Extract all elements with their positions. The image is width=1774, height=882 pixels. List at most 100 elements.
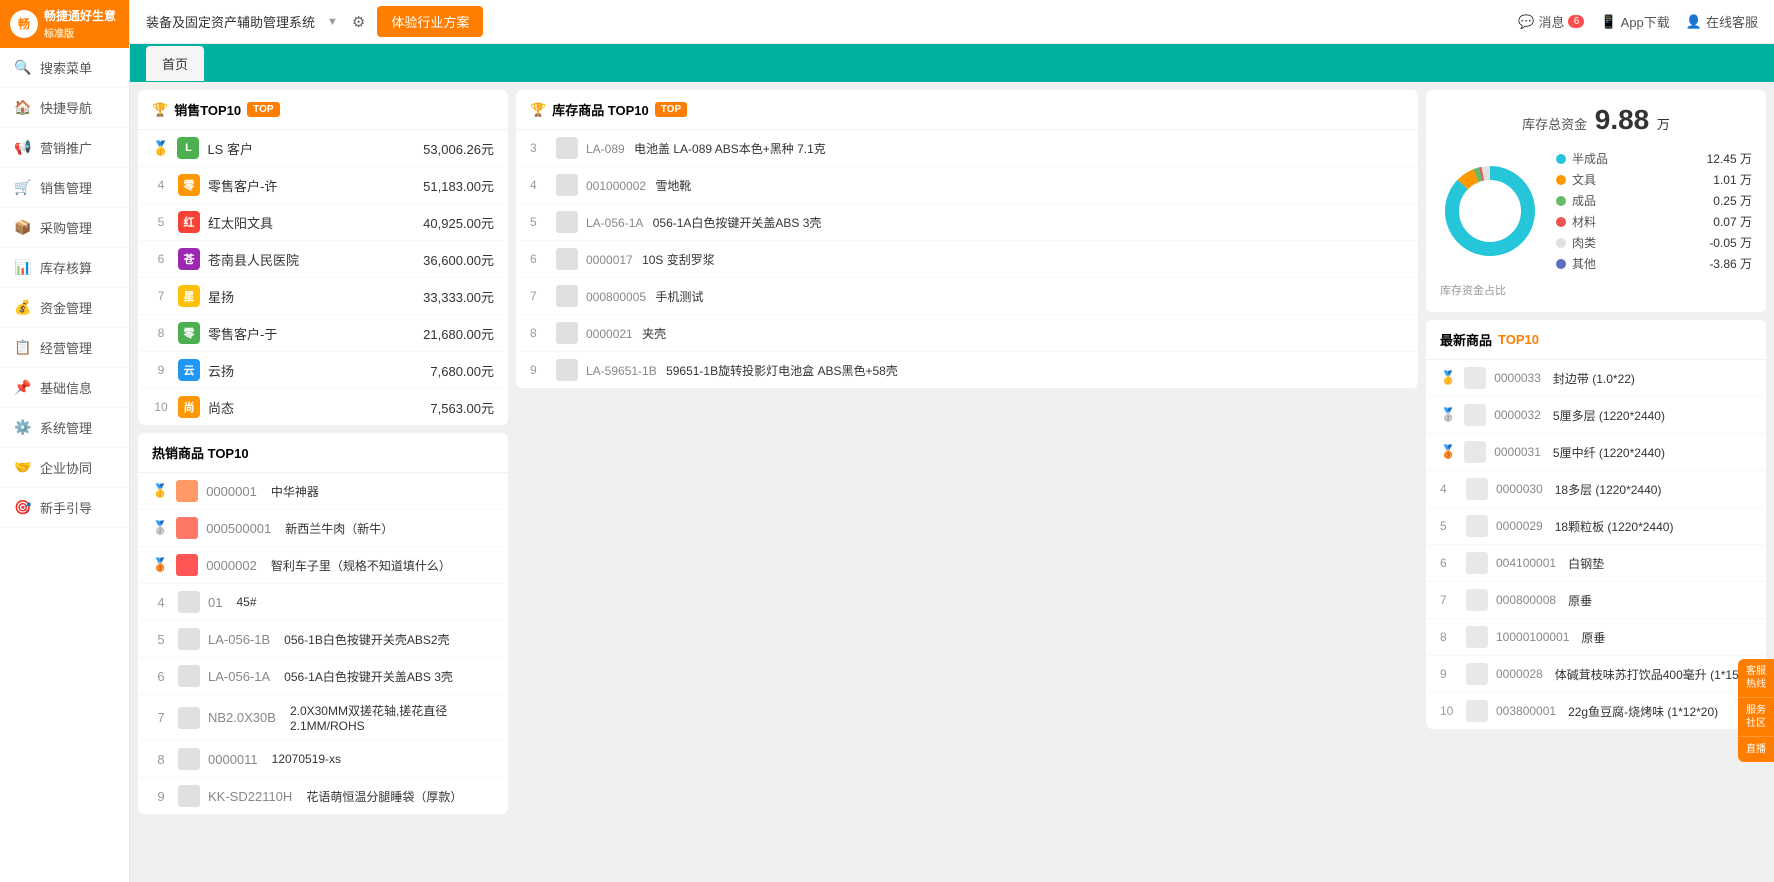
float-btn-service[interactable]: 客服热线	[1738, 659, 1774, 697]
product-name: 原垂	[1568, 592, 1592, 609]
customer-amount: 7,563.00元	[430, 398, 494, 417]
product-code: 0000030	[1496, 482, 1543, 496]
new-products-title: 最新商品	[1440, 330, 1492, 349]
sidebar-item-basic[interactable]: 📌 基础信息	[0, 368, 129, 408]
sidebar-item-management-label: 经营管理	[40, 338, 92, 357]
app-download-label: App下载	[1621, 12, 1670, 31]
rank-number: 8	[152, 326, 170, 340]
product-name: 雪地靴	[655, 179, 691, 193]
sidebar-item-guide[interactable]: 🎯 新手引导	[0, 488, 129, 528]
product-code: 0000002	[206, 558, 257, 573]
tab-home[interactable]: 首页	[146, 46, 204, 81]
rank-number: 6	[1440, 556, 1458, 570]
home-icon: 🏠	[14, 99, 32, 116]
sidebar-item-finance-label: 资金管理	[40, 298, 92, 317]
trial-btn[interactable]: 体验行业方案	[377, 6, 483, 37]
product-name: 手机测试	[655, 290, 703, 304]
avatar: 尚	[178, 396, 200, 418]
product-image	[178, 591, 200, 613]
inventory-total-content: 库存总资金 9.88 万	[1426, 90, 1766, 312]
sidebar-logo: 畅 畅捷通好生意 标准版	[0, 0, 129, 48]
hot-products-list: 🥇 0000001 中华神器 🥈 000500001 新西兰牛肉（新牛） 🥉	[138, 473, 508, 814]
donut-legend: 半成品 12.45 万 文具 1.01 万 成品 0	[1556, 150, 1752, 272]
table-row: 9 云 云扬 7,680.00元	[138, 352, 508, 389]
product-code: 0000033	[1494, 371, 1541, 385]
customer-name: 苍南县人民医院	[208, 250, 415, 269]
inventory-total-card: 库存总资金 9.88 万	[1426, 90, 1766, 312]
list-item: 5 0000029 18颗粒板 (1220*2440)	[1426, 508, 1766, 545]
list-item: 9 KK-SD22110H 花语萌恒温分腿睡袋（厚款）	[138, 778, 508, 814]
list-item: 5 LA-056-1B 056-1B白色按键开关壳ABS2壳	[138, 621, 508, 658]
logo-badge: 标准版	[44, 25, 116, 40]
product-code: KK-SD22110H	[208, 789, 292, 804]
chevron-down-icon: ▼	[327, 16, 338, 28]
rank-number: 9	[1440, 667, 1458, 681]
management-icon: 📋	[14, 339, 32, 356]
trophy-icon: 🏆	[152, 102, 168, 118]
list-item: 9 0000028 体碱茸枝味苏打饮品400毫升 (1*15)	[1426, 656, 1766, 693]
sidebar-item-cooperate[interactable]: 🤝 企业协同	[0, 448, 129, 488]
rank-number: 4	[152, 595, 170, 610]
rank-number: 6	[530, 252, 548, 266]
legend-label: 半成品	[1572, 150, 1701, 167]
app-download-btn[interactable]: 📱 App下载	[1600, 12, 1669, 31]
online-service-btn[interactable]: 👤 在线客服	[1686, 12, 1758, 31]
product-name: 12070519-xs	[272, 752, 494, 766]
middle-panel: 🏆 库存商品 TOP10 TOP 3 LA-089 电池盖 LA-089 ABS…	[516, 90, 1418, 874]
customer-name: 零售客户-于	[208, 324, 415, 343]
sidebar-item-management[interactable]: 📋 经营管理	[0, 328, 129, 368]
product-code: 004100001	[1496, 556, 1556, 570]
product-name: 056-1A白色按键开关盖ABS 3壳	[284, 668, 494, 685]
avatar: 云	[178, 359, 200, 381]
table-row: 7 星 星扬 33,333.00元	[138, 278, 508, 315]
sidebar-search-btn[interactable]: 🔍 搜索菜单	[0, 48, 129, 88]
rank-number: 4	[152, 178, 170, 192]
legend-dot	[1556, 196, 1566, 206]
product-name: 中华神器	[271, 483, 494, 500]
product-name: 封边带 (1.0*22)	[1553, 370, 1635, 387]
product-code: 000800005	[586, 290, 646, 304]
rank-number: 4	[1440, 482, 1458, 496]
list-item: 4 0000030 18多层 (1220*2440)	[1426, 471, 1766, 508]
sidebar-item-nav[interactable]: 🏠 快捷导航	[0, 88, 129, 128]
float-btn-community[interactable]: 服务社区	[1738, 697, 1774, 736]
guide-icon: 🎯	[14, 499, 32, 516]
sidebar-item-sales[interactable]: 🛒 销售管理	[0, 168, 129, 208]
list-item: 5 LA-056-1A 056-1A白色按键开关盖ABS 3壳	[516, 204, 1418, 241]
product-image	[1466, 626, 1488, 648]
list-item: 3 LA-089 电池盖 LA-089 ABS本色+黑种 7.1克	[516, 130, 1418, 167]
product-code: 000500001	[206, 521, 271, 536]
customer-name: 尚态	[208, 398, 422, 417]
list-item: 8 0000021 夹壳	[516, 315, 1418, 352]
content: 🏆 销售TOP10 TOP 🥇 L LS 客户 53,006.26元 4 零	[130, 82, 1774, 882]
product-name: 056-1B白色按键开关壳ABS2壳	[284, 631, 494, 648]
service-icon: 👤	[1686, 14, 1702, 30]
messages-btn[interactable]: 💬 消息 6	[1518, 12, 1584, 31]
product-image	[1466, 589, 1488, 611]
donut-chart	[1440, 161, 1540, 261]
inventory-products-title: 库存商品 TOP10	[552, 100, 649, 119]
settings-icon[interactable]: ⚙	[352, 13, 365, 31]
product-name: 花语萌恒温分腿睡袋（厚款）	[306, 788, 494, 805]
sidebar-item-system[interactable]: ⚙️ 系统管理	[0, 408, 129, 448]
sidebar-item-marketing[interactable]: 📢 营销推广	[0, 128, 129, 168]
sidebar-item-inventory[interactable]: 📊 库存核算	[0, 248, 129, 288]
sidebar-item-finance[interactable]: 💰 资金管理	[0, 288, 129, 328]
customer-amount: 36,600.00元	[423, 250, 494, 269]
system-icon: ⚙️	[14, 419, 32, 436]
list-item: 6 0000017 10S 变刮罗浆	[516, 241, 1418, 278]
legend-value: -0.05 万	[1709, 234, 1752, 251]
float-btn-live[interactable]: 直播	[1738, 736, 1774, 762]
product-name: 5厘多层 (1220*2440)	[1553, 407, 1665, 424]
list-item: 🥉 0000031 5厘中纤 (1220*2440)	[1426, 434, 1766, 471]
marketing-icon: 📢	[14, 139, 32, 156]
rank-number: 3	[530, 141, 548, 155]
table-row: 10 尚 尚态 7,563.00元	[138, 389, 508, 425]
sidebar-item-purchase[interactable]: 📦 采购管理	[0, 208, 129, 248]
list-item: 4 001000002 雪地靴	[516, 167, 1418, 204]
messages-badge: 6	[1568, 15, 1584, 28]
rank-number: 9	[152, 789, 170, 804]
legend-label: 其他	[1572, 255, 1703, 272]
product-name: 新西兰牛肉（新牛）	[285, 520, 494, 537]
list-item: 🥇 0000033 封边带 (1.0*22)	[1426, 360, 1766, 397]
